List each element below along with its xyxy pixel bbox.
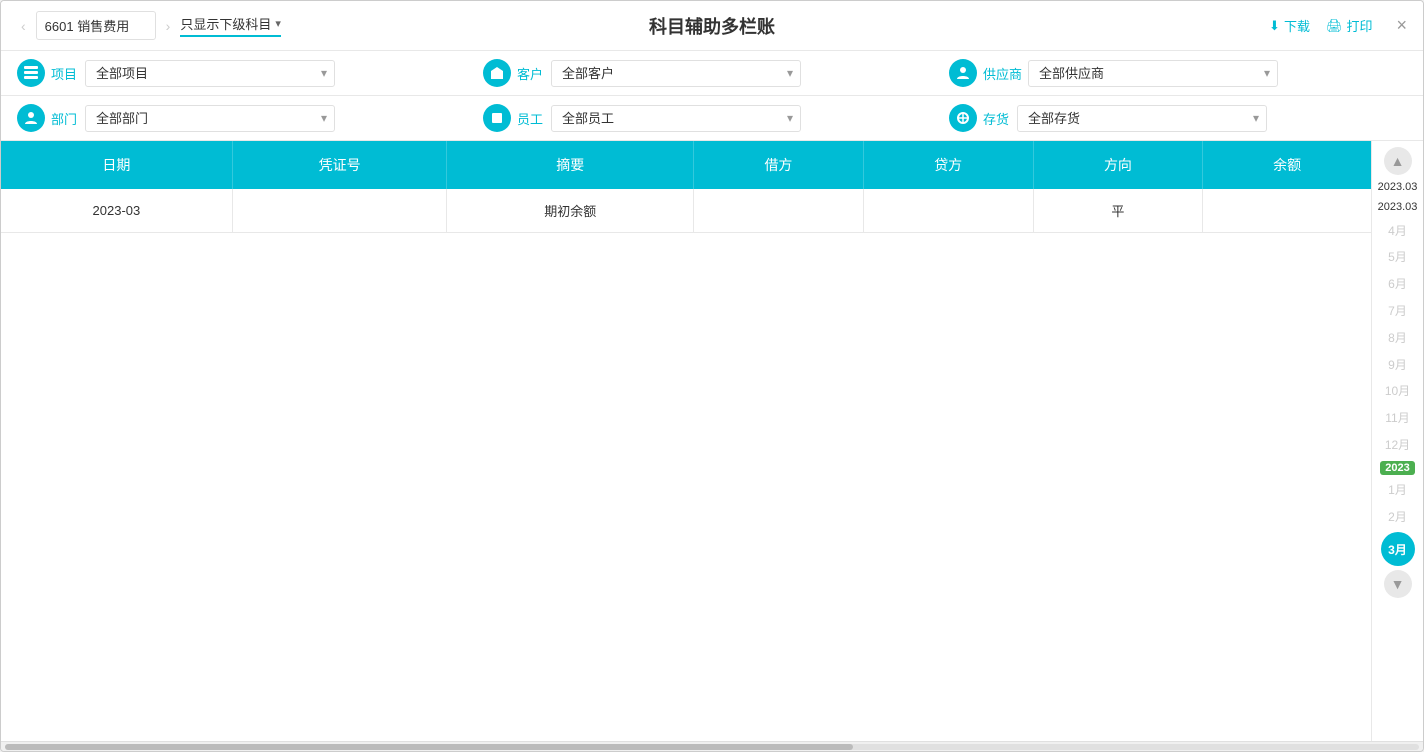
download-button[interactable]: ⬇ 下载: [1269, 16, 1310, 35]
col-summary: 摘要: [447, 141, 694, 189]
cell-voucher: [232, 189, 447, 233]
nav-section: ‹ 6601 销售费用 › 只显示下级科目 ▾: [17, 11, 281, 40]
filter-row-2: 部门 全部部门 员工 全部员工: [1, 96, 1423, 141]
period-header-2: 2023.03: [1376, 197, 1420, 217]
project-select-wrap: 全部项目: [85, 60, 335, 87]
sidebar-month-10[interactable]: 10月: [1372, 378, 1423, 405]
close-button[interactable]: ×: [1396, 15, 1407, 36]
show-sub-label: 只显示下级科目: [180, 14, 271, 33]
sidebar-up-arrow[interactable]: ▲: [1384, 147, 1412, 175]
filter-group-department: 部门 全部部门: [17, 104, 475, 132]
page-title: 科目辅助多栏账: [649, 13, 775, 39]
inventory-select[interactable]: 全部存货: [1017, 105, 1267, 132]
inventory-icon: [949, 104, 977, 132]
project-icon: [17, 59, 45, 87]
sidebar-month-12[interactable]: 12月: [1372, 432, 1423, 459]
table-container: 日期 凭证号 摘要 借方 贷方 方向 余额 2023-03 期初余额: [1, 141, 1423, 741]
next-arrow[interactable]: ›: [162, 16, 175, 36]
sidebar-month-8[interactable]: 8月: [1372, 325, 1423, 352]
project-select[interactable]: 全部项目: [85, 60, 335, 87]
supplier-select[interactable]: 全部供应商: [1028, 60, 1278, 87]
customer-icon: [483, 59, 511, 87]
sidebar-month-4[interactable]: 4月: [1372, 218, 1423, 245]
sidebar-month-9[interactable]: 9月: [1372, 352, 1423, 379]
table-header-row: 日期 凭证号 摘要 借方 贷方 方向 余额: [1, 141, 1371, 189]
supplier-label: 供应商: [983, 64, 1022, 83]
employee-select-wrap: 全部员工: [551, 105, 801, 132]
employee-select[interactable]: 全部员工: [551, 105, 801, 132]
toolbar-right: ⬇ 下载 🖨 打印 ×: [1269, 15, 1407, 36]
period-header-1: 2023.03: [1376, 177, 1420, 197]
customer-select-wrap: 全部客户: [551, 60, 801, 87]
supplier-select-wrap: 全部供应商: [1028, 60, 1278, 87]
cell-credit: [863, 189, 1033, 233]
sidebar-month-1[interactable]: 1月: [1372, 477, 1423, 504]
cell-date: 2023-03: [1, 189, 232, 233]
filter-group-customer: 客户 全部客户: [483, 59, 941, 87]
department-select[interactable]: 全部部门: [85, 105, 335, 132]
col-direction: 方向: [1033, 141, 1203, 189]
inventory-label: 存货: [983, 109, 1011, 128]
sidebar-month-6[interactable]: 6月: [1372, 271, 1423, 298]
employee-icon: [483, 104, 511, 132]
col-debit: 借方: [694, 141, 864, 189]
print-label: 打印: [1346, 16, 1372, 35]
cell-debit: [694, 189, 864, 233]
cell-balance: [1203, 189, 1371, 233]
department-label: 部门: [51, 109, 79, 128]
cell-direction: 平: [1033, 189, 1203, 233]
account-code[interactable]: 6601 销售费用: [36, 11, 156, 40]
supplier-icon: [949, 59, 977, 87]
filter-row-1: 项目 全部项目 客户 全部客户: [1, 51, 1423, 96]
filter-group-inventory: 存货 全部存货: [949, 104, 1407, 132]
print-icon: 🖨: [1326, 18, 1343, 34]
inventory-select-wrap: 全部存货: [1017, 105, 1267, 132]
sidebar-month-11[interactable]: 11月: [1372, 405, 1423, 432]
sidebar-down-arrow[interactable]: ▼: [1384, 570, 1412, 598]
scroll-thumb: [5, 744, 853, 750]
filter-group-project: 项目 全部项目: [17, 59, 475, 87]
print-button[interactable]: 🖨 打印: [1326, 16, 1373, 35]
col-balance: 余额: [1203, 141, 1371, 189]
bottom-scrollbar[interactable]: [1, 741, 1423, 751]
main-window: ‹ 6601 销售费用 › 只显示下级科目 ▾ 科目辅助多栏账 ⬇ 下载 🖨 打…: [0, 0, 1424, 752]
year-badge: 2023: [1380, 461, 1414, 475]
employee-label: 员工: [517, 109, 545, 128]
filter-group-supplier: 供应商 全部供应商: [949, 59, 1407, 87]
ledger-table: 日期 凭证号 摘要 借方 贷方 方向 余额 2023-03 期初余额: [1, 141, 1371, 233]
table-row: 2023-03 期初余额 平: [1, 189, 1371, 233]
scroll-track: [5, 744, 1419, 750]
filter-group-employee: 员工 全部员工: [483, 104, 941, 132]
sidebar-month-3-active[interactable]: 3月: [1381, 532, 1415, 566]
sub-arrow: ▾: [275, 17, 281, 30]
customer-select[interactable]: 全部客户: [551, 60, 801, 87]
sidebar-month-5[interactable]: 5月: [1372, 244, 1423, 271]
sidebar-month-2[interactable]: 2月: [1372, 504, 1423, 531]
cell-summary: 期初余额: [447, 189, 694, 233]
department-icon: [17, 104, 45, 132]
department-select-wrap: 全部部门: [85, 105, 335, 132]
customer-label: 客户: [517, 64, 545, 83]
col-date: 日期: [1, 141, 232, 189]
download-label: 下载: [1284, 16, 1310, 35]
title-bar: ‹ 6601 销售费用 › 只显示下级科目 ▾ 科目辅助多栏账 ⬇ 下载 🖨 打…: [1, 1, 1423, 51]
download-icon: ⬇: [1269, 18, 1280, 34]
col-voucher: 凭证号: [232, 141, 447, 189]
show-sub-accounts[interactable]: 只显示下级科目 ▾: [180, 14, 281, 37]
right-sidebar: ▲ 2023.03 2023.03 4月 5月 6月 7月 8月 9月 10月 …: [1371, 141, 1423, 741]
sidebar-month-7[interactable]: 7月: [1372, 298, 1423, 325]
col-credit: 贷方: [863, 141, 1033, 189]
prev-arrow[interactable]: ‹: [17, 16, 30, 36]
main-content: 日期 凭证号 摘要 借方 贷方 方向 余额 2023-03 期初余额: [1, 141, 1371, 741]
project-label: 项目: [51, 64, 79, 83]
